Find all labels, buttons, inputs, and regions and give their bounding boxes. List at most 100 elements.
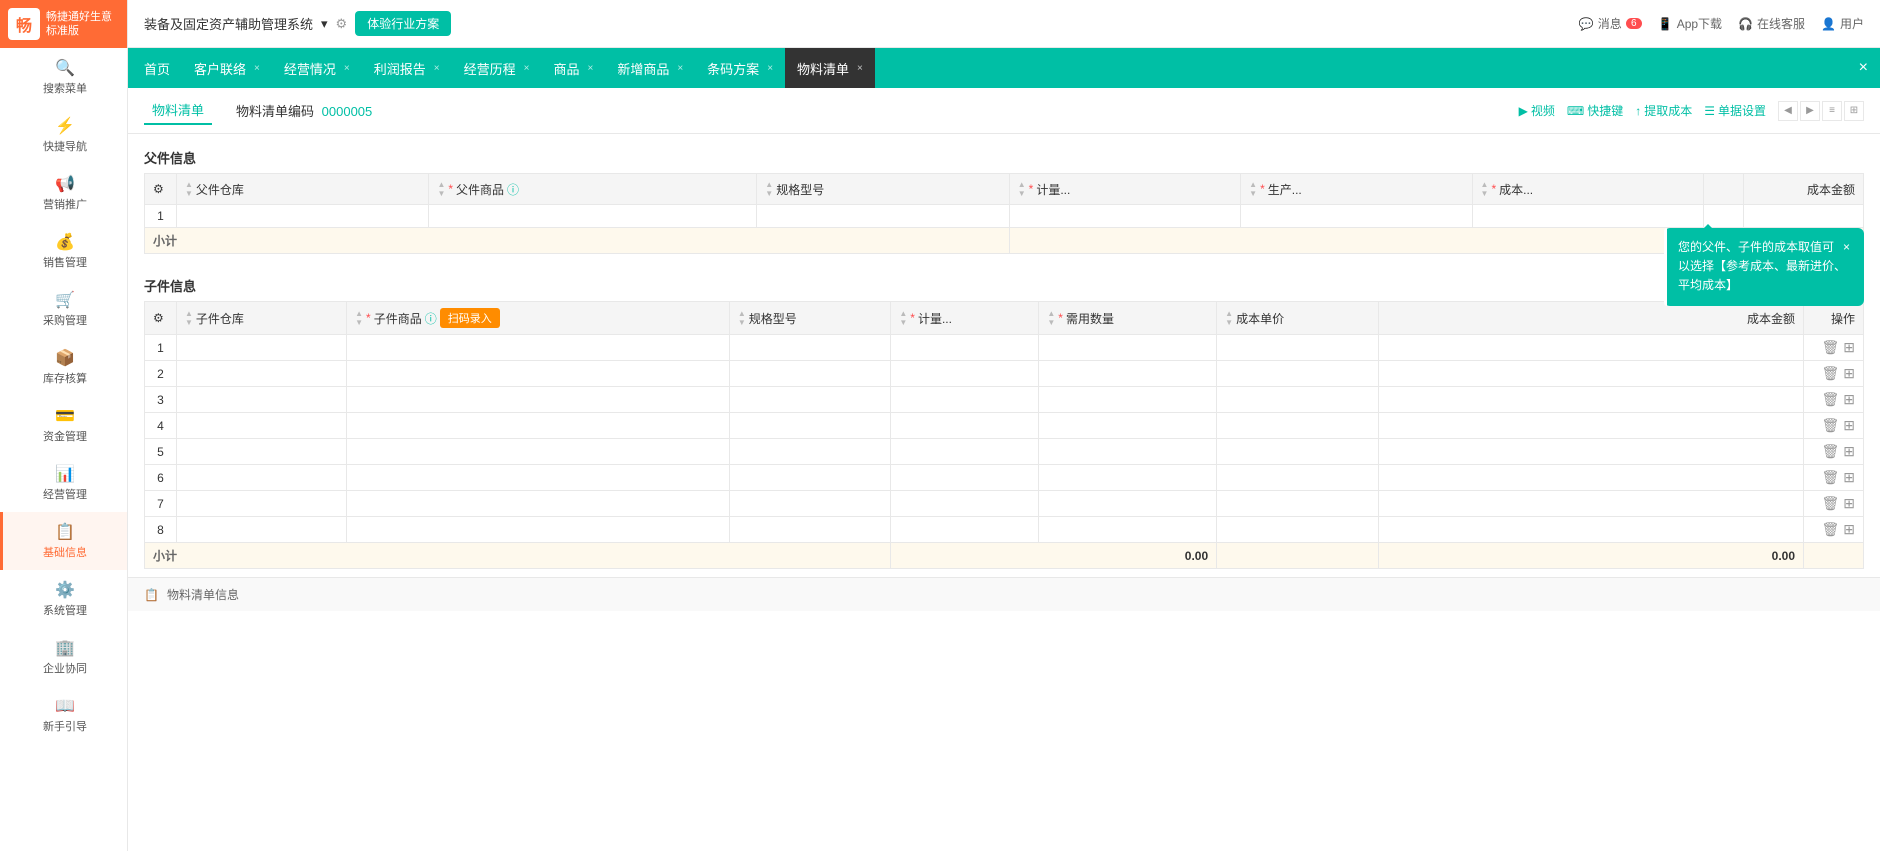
child-row-4-product[interactable] xyxy=(347,413,730,439)
parent-row-1-product[interactable] xyxy=(429,205,757,228)
child-row-8-unit[interactable] xyxy=(891,517,1039,543)
child-row-7-product[interactable] xyxy=(347,491,730,517)
copy-icon-3[interactable]: ⊞ xyxy=(1843,391,1855,408)
child-row-4-warehouse[interactable] xyxy=(177,413,347,439)
nav-tab-0[interactable]: 首页 xyxy=(132,48,182,88)
child-row-2-unit[interactable] xyxy=(891,361,1039,387)
sub-tab-bill[interactable]: 物料清单 xyxy=(144,96,212,125)
child-row-1-spec[interactable] xyxy=(729,335,890,361)
child-row-4-spec[interactable] xyxy=(729,413,890,439)
view-action[interactable]: ▶ 视频 xyxy=(1519,102,1555,119)
copy-icon-4[interactable]: ⊞ xyxy=(1843,417,1855,434)
child-row-7-spec[interactable] xyxy=(729,491,890,517)
nav-next[interactable]: ▶ xyxy=(1800,101,1820,121)
child-row-6-unit-cost[interactable] xyxy=(1217,465,1378,491)
sidebar-item-enterprise[interactable]: 🏢企业协同 xyxy=(0,628,127,686)
delete-icon-1[interactable]: 🗑 xyxy=(1821,339,1839,356)
parent-row-1-spec[interactable] xyxy=(757,205,1009,228)
child-row-8-qty[interactable] xyxy=(1039,517,1217,543)
nav-prev[interactable]: ◀ xyxy=(1778,101,1798,121)
delete-icon-2[interactable]: 🗑 xyxy=(1821,365,1839,382)
child-row-5-product[interactable] xyxy=(347,439,730,465)
delete-icon-6[interactable]: 🗑 xyxy=(1821,469,1839,486)
child-row-5-qty[interactable] xyxy=(1039,439,1217,465)
child-row-3-warehouse[interactable] xyxy=(177,387,347,413)
sidebar-item-system[interactable]: ⚙️系统管理 xyxy=(0,570,127,628)
nav-list[interactable]: ≡ xyxy=(1822,101,1842,121)
child-row-1-unit-cost[interactable] xyxy=(1217,335,1378,361)
trial-button[interactable]: 体验行业方案 xyxy=(355,11,451,36)
child-row-6-product[interactable] xyxy=(347,465,730,491)
child-row-6-spec[interactable] xyxy=(729,465,890,491)
online-service-action[interactable]: 🎧 在线客服 xyxy=(1738,15,1805,32)
nav-tab-close-5[interactable]: × xyxy=(587,63,593,74)
nav-tab-close-3[interactable]: × xyxy=(434,63,440,74)
nav-tab-close-1[interactable]: × xyxy=(254,63,260,74)
app-download-action[interactable]: 📱 App下载 xyxy=(1658,15,1722,32)
nav-tab-7[interactable]: 条码方案× xyxy=(695,48,785,88)
delete-icon-8[interactable]: 🗑 xyxy=(1821,521,1839,538)
nav-tab-5[interactable]: 商品× xyxy=(541,48,605,88)
sub-tab-code[interactable]: 物料清单编码 0000005 xyxy=(228,97,380,124)
child-row-6-qty[interactable] xyxy=(1039,465,1217,491)
shortcut-action[interactable]: ⌨ 快捷键 xyxy=(1567,102,1623,119)
copy-icon-6[interactable]: ⊞ xyxy=(1843,469,1855,486)
child-row-5-unit-cost[interactable] xyxy=(1217,439,1378,465)
child-col-settings[interactable]: ⚙ xyxy=(145,302,177,335)
child-row-8-product[interactable] xyxy=(347,517,730,543)
child-row-7-unit-cost[interactable] xyxy=(1217,491,1378,517)
copy-icon-7[interactable]: ⊞ xyxy=(1843,495,1855,512)
sidebar-item-basic-info[interactable]: 📋基础信息 xyxy=(0,512,127,570)
parent-col-settings[interactable]: ⚙ xyxy=(145,174,177,205)
child-row-8-unit-cost[interactable] xyxy=(1217,517,1378,543)
parent-row-1-production[interactable] xyxy=(1241,205,1472,228)
message-action[interactable]: 💬 消息 6 xyxy=(1579,15,1642,32)
user-action[interactable]: 👤 用户 xyxy=(1821,15,1864,32)
child-row-2-product[interactable] xyxy=(347,361,730,387)
child-row-6-unit[interactable] xyxy=(891,465,1039,491)
child-row-5-unit[interactable] xyxy=(891,439,1039,465)
sidebar-item-quick-nav[interactable]: ⚡快捷导航 xyxy=(0,106,127,164)
child-row-8-spec[interactable] xyxy=(729,517,890,543)
sidebar-item-sales[interactable]: 💰销售管理 xyxy=(0,222,127,280)
child-row-4-unit-cost[interactable] xyxy=(1217,413,1378,439)
parent-row-1-warehouse[interactable] xyxy=(177,205,429,228)
copy-icon-5[interactable]: ⊞ xyxy=(1843,443,1855,460)
child-row-6-warehouse[interactable] xyxy=(177,465,347,491)
nav-tab-close-7[interactable]: × xyxy=(767,63,773,74)
child-row-8-warehouse[interactable] xyxy=(177,517,347,543)
child-row-1-unit[interactable] xyxy=(891,335,1039,361)
sidebar-item-purchase[interactable]: 🛒采购管理 xyxy=(0,280,127,338)
parent-row-1-cost[interactable] xyxy=(1472,205,1703,228)
child-row-4-qty[interactable] xyxy=(1039,413,1217,439)
parent-row-1-unit[interactable] xyxy=(1009,205,1240,228)
delete-icon-7[interactable]: 🗑 xyxy=(1821,495,1839,512)
delete-icon-5[interactable]: 🗑 xyxy=(1821,443,1839,460)
tooltip-close[interactable]: × xyxy=(1843,238,1850,257)
child-row-2-warehouse[interactable] xyxy=(177,361,347,387)
nav-tab-close-6[interactable]: × xyxy=(677,63,683,74)
child-row-3-product[interactable] xyxy=(347,387,730,413)
copy-icon-1[interactable]: ⊞ xyxy=(1843,339,1855,356)
child-row-3-spec[interactable] xyxy=(729,387,890,413)
nav-tab-1[interactable]: 客户联络× xyxy=(182,48,272,88)
sidebar-item-finance[interactable]: 💳资金管理 xyxy=(0,396,127,454)
child-row-3-unit[interactable] xyxy=(891,387,1039,413)
nav-tab-close-8[interactable]: × xyxy=(857,63,863,74)
child-row-4-unit[interactable] xyxy=(891,413,1039,439)
child-row-3-qty[interactable] xyxy=(1039,387,1217,413)
sidebar-item-search[interactable]: 🔍搜索菜单 xyxy=(0,48,127,106)
nav-tab-3[interactable]: 利润报告× xyxy=(362,48,452,88)
child-row-1-warehouse[interactable] xyxy=(177,335,347,361)
nav-close-all[interactable]: × xyxy=(1851,59,1876,77)
child-row-7-warehouse[interactable] xyxy=(177,491,347,517)
child-row-7-qty[interactable] xyxy=(1039,491,1217,517)
extract-cost-action[interactable]: ↑ 提取成本 xyxy=(1635,102,1692,119)
child-row-3-unit-cost[interactable] xyxy=(1217,387,1378,413)
child-row-5-spec[interactable] xyxy=(729,439,890,465)
nav-tab-2[interactable]: 经营情况× xyxy=(272,48,362,88)
child-row-1-qty[interactable] xyxy=(1039,335,1217,361)
sidebar-item-operations[interactable]: 📊经营管理 xyxy=(0,454,127,512)
nav-tab-6[interactable]: 新增商品× xyxy=(605,48,695,88)
child-row-7-unit[interactable] xyxy=(891,491,1039,517)
